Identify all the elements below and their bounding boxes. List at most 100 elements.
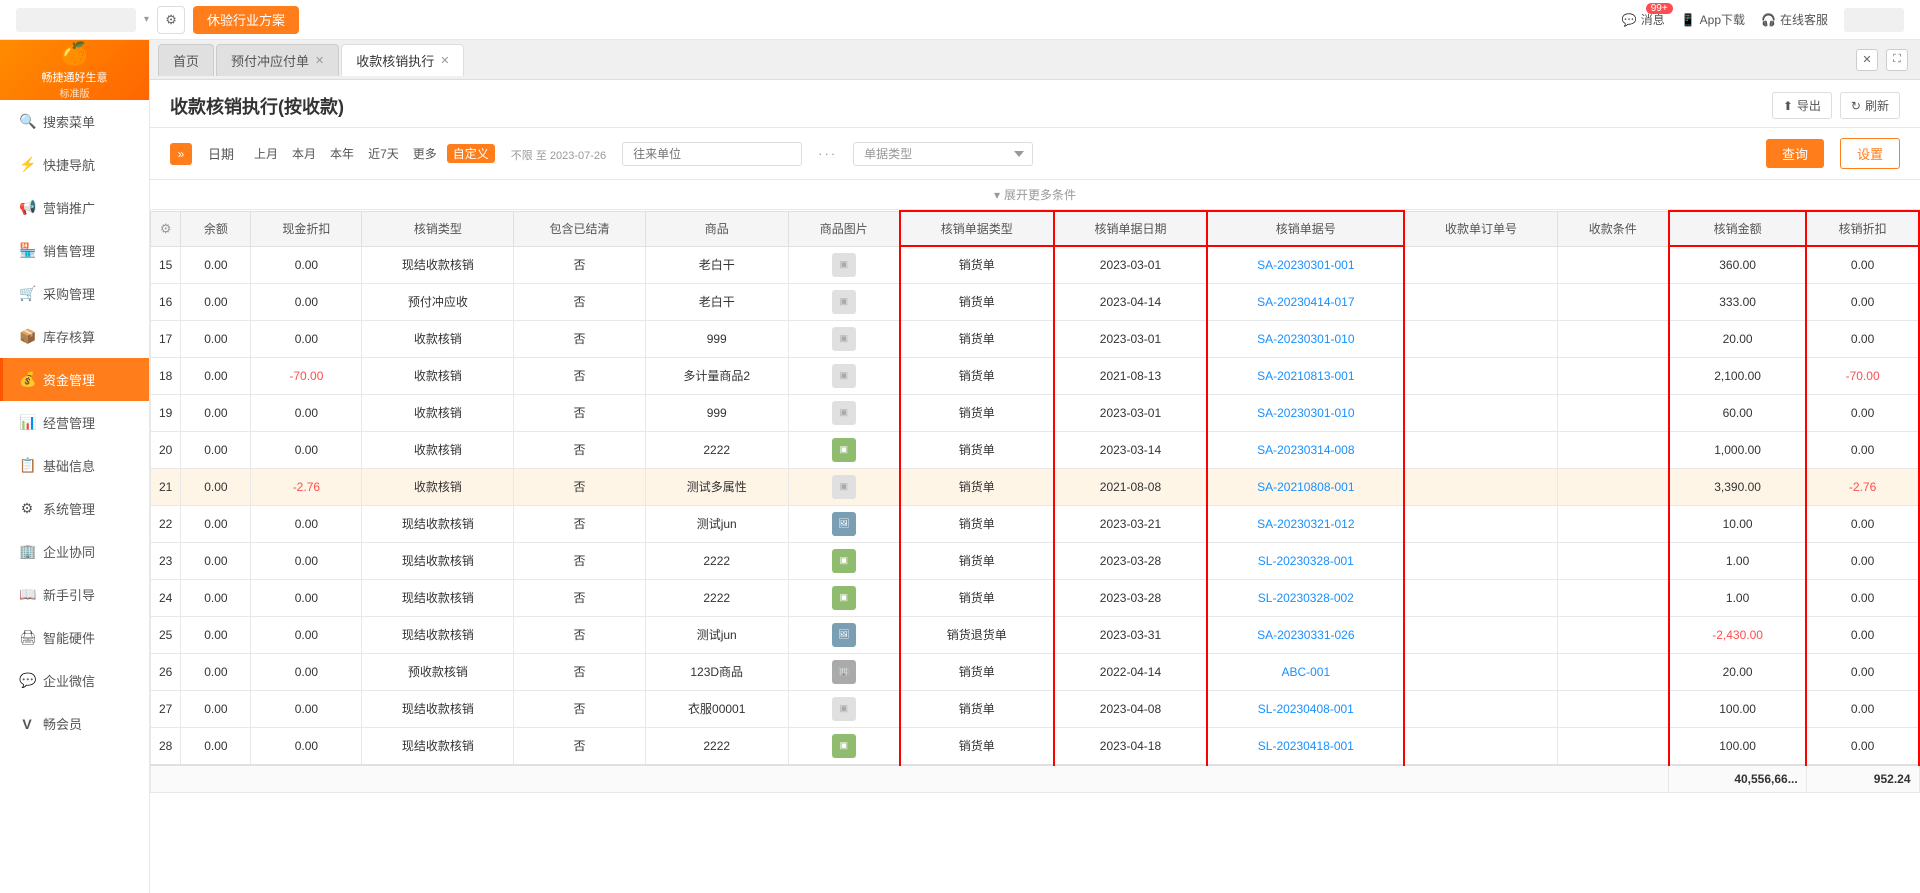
export-btn[interactable]: ⬆ 导出 [1772, 92, 1832, 119]
bill-no-link[interactable]: SL-20230328-002 [1258, 591, 1354, 605]
expand-conditions-bar[interactable]: ▾ 展开更多条件 [150, 180, 1920, 210]
bill-no-link[interactable]: SA-20230414-017 [1257, 295, 1354, 309]
cell-goods: 2222 [645, 727, 788, 765]
sidebar-item-member[interactable]: V 畅会员 [0, 702, 149, 745]
date-option-this-month[interactable]: 本月 [288, 143, 320, 164]
tab-prepay[interactable]: 预付冲应付单 ✕ [216, 44, 339, 76]
tab-prepay-close[interactable]: ✕ [315, 54, 324, 67]
cell-balance: 0.00 [181, 394, 251, 431]
cell-cancel-bill-no[interactable]: SA-20230321-012 [1207, 505, 1404, 542]
filter-expand-btn[interactable]: » [170, 143, 192, 165]
cell-cancel-bill-no[interactable]: SA-20230414-017 [1207, 283, 1404, 320]
gear-icon[interactable]: ⚙ [160, 221, 172, 236]
cell-cancel-bill-date: 2021-08-13 [1054, 357, 1208, 394]
sidebar-item-search[interactable]: 🔍 搜索菜单 [0, 100, 149, 143]
cell-cancel-bill-no[interactable]: SL-20230408-001 [1207, 690, 1404, 727]
sidebar-item-enterprise[interactable]: 🏢 企业协同 [0, 530, 149, 573]
company-dropdown-arrow[interactable]: ▾ [144, 14, 149, 25]
cell-num: 23 [151, 542, 181, 579]
cell-cancel-amount: 10.00 [1669, 505, 1806, 542]
cell-cancel-bill-no[interactable]: SA-20230331-026 [1207, 616, 1404, 653]
close-window-btn[interactable]: ✕ [1856, 49, 1878, 71]
cell-cash-discount: 0.00 [251, 579, 362, 616]
app-download-btn[interactable]: 📱 App下载 [1681, 11, 1745, 28]
sidebar-item-wechat[interactable]: 💬 企业微信 [0, 659, 149, 702]
sidebar-item-hardware[interactable]: 🖨 智能硬件 [0, 616, 149, 659]
cell-goods-img: ▣ [788, 283, 900, 320]
sidebar-item-system[interactable]: ⚙ 系统管理 [0, 487, 149, 530]
sidebar-item-finance[interactable]: 💰 资金管理 [0, 358, 149, 401]
cell-cancel-bill-no[interactable]: SA-20210813-001 [1207, 357, 1404, 394]
sidebar-item-purchase[interactable]: 🛒 采购管理 [0, 272, 149, 315]
cell-cancel-bill-no[interactable]: ABC-001 [1207, 653, 1404, 690]
cell-cash-discount: 0.00 [251, 653, 362, 690]
messages-btn[interactable]: 💬 消息 99+ [1622, 11, 1665, 28]
bill-no-link[interactable]: SA-20230301-010 [1257, 406, 1354, 420]
bill-no-link[interactable]: SA-20210808-001 [1257, 480, 1354, 494]
bill-no-link[interactable]: SL-20230408-001 [1258, 702, 1354, 716]
receipt-type-select[interactable]: 单据类型 [853, 142, 1033, 166]
sidebar-label-sales: 销售管理 [43, 241, 95, 260]
cell-cancel-bill-no[interactable]: SL-20230328-002 [1207, 579, 1404, 616]
cell-cancel-bill-no[interactable]: SL-20230328-001 [1207, 542, 1404, 579]
logo-area: 🍊 畅捷通好生意 标准版 [0, 40, 149, 100]
cell-balance: 0.00 [181, 579, 251, 616]
bill-no-link[interactable]: SA-20230331-026 [1257, 628, 1354, 642]
sidebar-item-business[interactable]: 📊 经营管理 [0, 401, 149, 444]
tab-receipt-close[interactable]: ✕ [440, 54, 449, 67]
filter-dots: ··· [818, 146, 837, 161]
online-service-btn[interactable]: 🎧 在线客服 [1761, 11, 1828, 28]
sidebar-item-marketing[interactable]: 📢 营销推广 [0, 186, 149, 229]
bill-no-link[interactable]: SA-20230301-001 [1257, 258, 1354, 272]
user-area[interactable] [1844, 8, 1904, 32]
tab-bar: 首页 预付冲应付单 ✕ 收款核销执行 ✕ ✕ ⛶ [150, 40, 1920, 80]
footer-total-discount: 952.24 [1806, 765, 1919, 793]
cell-cancel-amount: 20.00 [1669, 653, 1806, 690]
tab-receipt[interactable]: 收款核销执行 ✕ [341, 44, 464, 76]
th-settings[interactable]: ⚙ [151, 211, 181, 246]
cell-cancel-bill-no[interactable]: SL-20230418-001 [1207, 727, 1404, 765]
table-row: 23 0.00 0.00 现结收款核销 否 2222 ▣ 销货单 2023-03… [151, 542, 1920, 579]
counterpart-input[interactable] [622, 142, 802, 166]
sidebar-item-inventory[interactable]: 📦 库存核算 [0, 315, 149, 358]
table-area: ⚙ 余额 现金折扣 核销类型 包含已结清 商品 商品图片 核销单据类型 核销单据… [150, 210, 1920, 893]
cell-cancel-bill-no[interactable]: SA-20230301-010 [1207, 394, 1404, 431]
date-option-custom[interactable]: 自定义 [447, 144, 495, 163]
bill-no-link[interactable]: SA-20230314-008 [1257, 443, 1354, 457]
refresh-btn[interactable]: ↻ 刷新 [1840, 92, 1900, 119]
cell-include-closed: 否 [514, 542, 645, 579]
date-option-7days[interactable]: 近7天 [364, 143, 403, 164]
sidebar-item-sales[interactable]: 🏪 销售管理 [0, 229, 149, 272]
bill-no-link[interactable]: SA-20210813-001 [1257, 369, 1354, 383]
cell-cash-discount: -2.76 [251, 468, 362, 505]
cell-cancel-bill-no[interactable]: SA-20230314-008 [1207, 431, 1404, 468]
tab-home[interactable]: 首页 [158, 44, 214, 76]
cell-cancel-discount: 0.00 [1806, 727, 1919, 765]
cell-cancel-bill-no[interactable]: SA-20230301-010 [1207, 320, 1404, 357]
bill-no-link[interactable]: SA-20230321-012 [1257, 517, 1354, 531]
query-btn[interactable]: 查询 [1766, 139, 1824, 168]
cell-receipt-order-no [1404, 468, 1557, 505]
cell-cancel-amount: 100.00 [1669, 690, 1806, 727]
date-option-more[interactable]: 更多 [409, 143, 441, 164]
cell-cancel-type: 现结收款核销 [362, 246, 514, 283]
cell-cancel-bill-no[interactable]: SA-20230301-001 [1207, 246, 1404, 283]
date-option-last-month[interactable]: 上月 [250, 143, 282, 164]
industry-btn[interactable]: 休验行业方案 [193, 6, 299, 34]
settings-icon-btn[interactable]: ⚙ [157, 6, 185, 34]
bill-no-link[interactable]: ABC-001 [1281, 665, 1330, 679]
expand-window-btn[interactable]: ⛶ [1886, 49, 1908, 71]
table-footer-row: 40,556,66... 952.24 [151, 765, 1920, 793]
cell-cancel-discount: 0.00 [1806, 690, 1919, 727]
bill-no-link[interactable]: SA-20230301-010 [1257, 332, 1354, 346]
bill-no-link[interactable]: SL-20230418-001 [1258, 739, 1354, 753]
sidebar-item-guide[interactable]: 📖 新手引导 [0, 573, 149, 616]
cell-cancel-bill-no[interactable]: SA-20210808-001 [1207, 468, 1404, 505]
cell-receipt-order-no [1404, 579, 1557, 616]
sidebar-item-basic[interactable]: 📋 基础信息 [0, 444, 149, 487]
cell-cancel-amount: 333.00 [1669, 283, 1806, 320]
sidebar-item-quicknav[interactable]: ⚡ 快捷导航 [0, 143, 149, 186]
settings-text-btn[interactable]: 设置 [1840, 138, 1900, 169]
date-option-this-year[interactable]: 本年 [326, 143, 358, 164]
bill-no-link[interactable]: SL-20230328-001 [1258, 554, 1354, 568]
